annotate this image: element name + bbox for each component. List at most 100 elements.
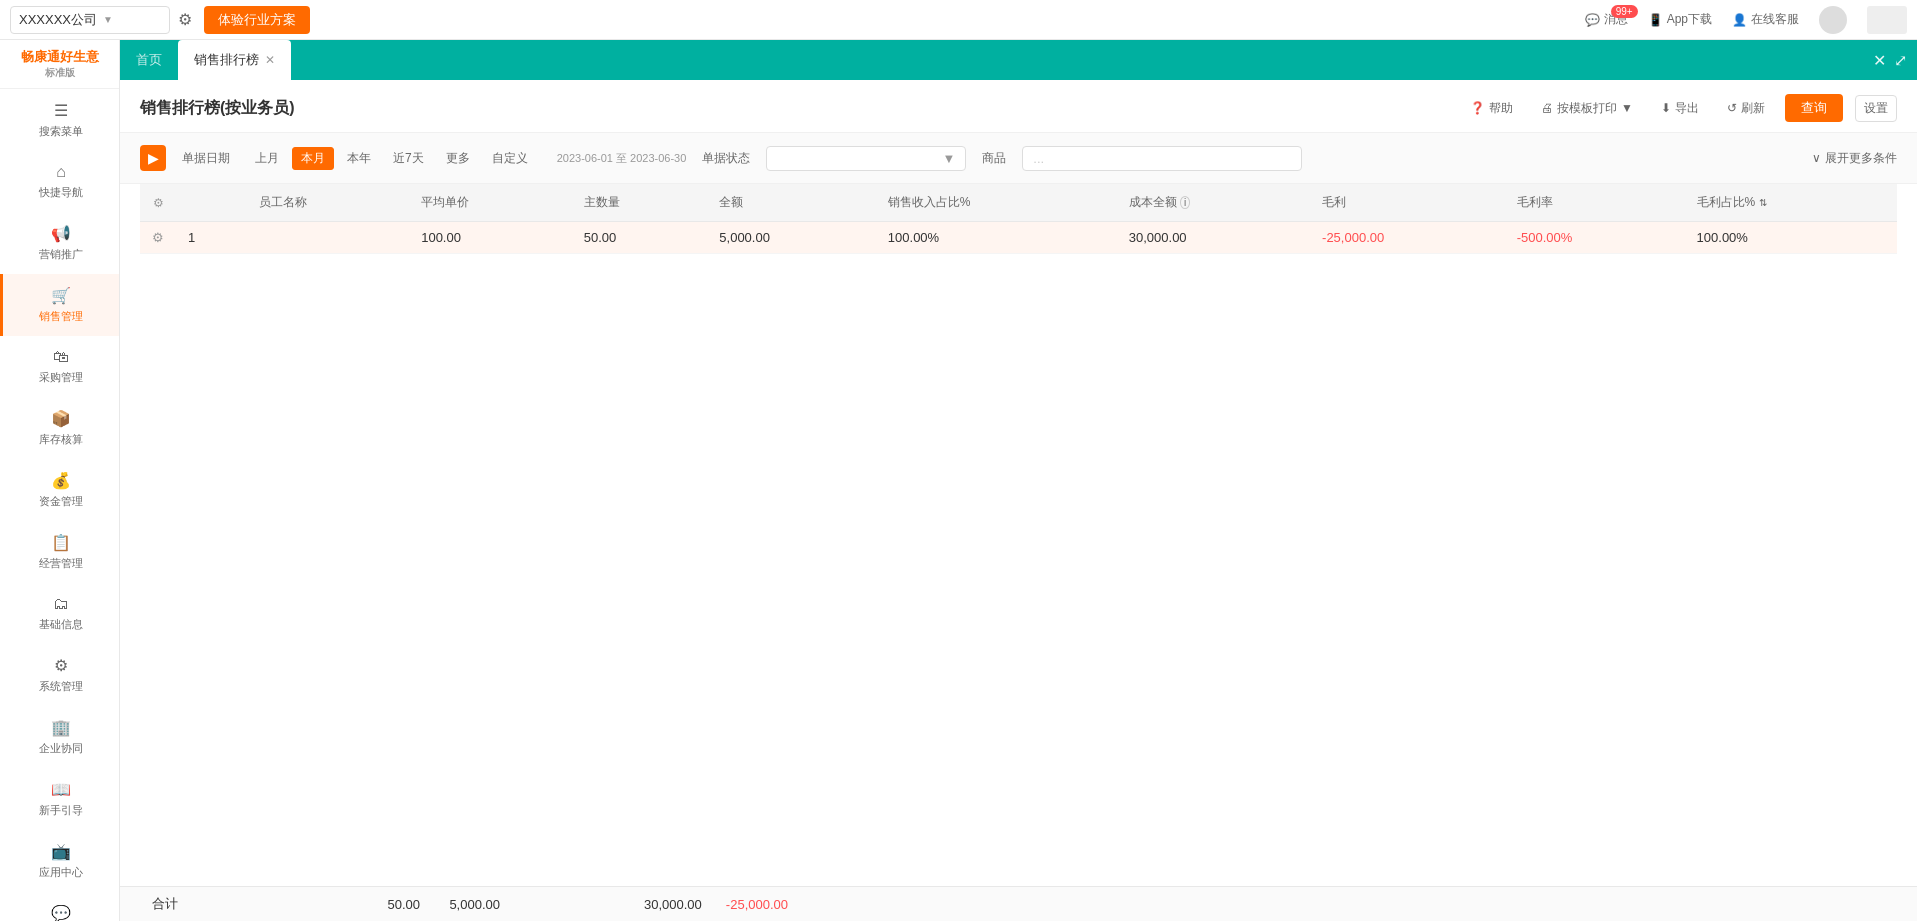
goods-label: 商品 [982,150,1006,167]
period-more[interactable]: 更多 [437,147,479,170]
tab-bar: 首页 销售排行榜 ✕ ✕ ⤢ [120,40,1917,80]
row-settings[interactable]: ⚙ [140,222,176,254]
sidebar-item-marketing[interactable]: 📢 营销推广 [0,212,119,274]
print-chevron-icon: ▼ [1621,101,1633,115]
sidebar-item-label: 基础信息 [39,617,83,632]
sidebar-item-label: 库存核算 [39,432,83,447]
table-header-row: ⚙ 员工名称 平均单价 主数量 全额 销售收入占比% 成本全额 i 毛利 毛利率… [140,184,1897,222]
footer-cost: 30,000.00 [632,897,714,912]
company-selector[interactable]: XXXXXX公司 ▼ [10,6,170,34]
status-label: 单据状态 [702,150,750,167]
goods-input[interactable]: ... [1022,146,1302,171]
sidebar-item-apps[interactable]: 📺 应用中心 [0,830,119,892]
col-settings[interactable]: ⚙ [140,184,176,222]
period-custom[interactable]: 自定义 [483,147,537,170]
sidebar-item-quick-nav[interactable]: ⌂ 快捷导航 [0,151,119,212]
page-title: 销售排行榜(按业务员) [140,98,295,119]
footer-amount: 5,000.00 [432,897,512,912]
sidebar-logo: 畅康通好生意 标准版 [0,40,119,89]
page-actions: ❓ 帮助 🖨 按模板打印 ▼ ⬇ 导出 ↺ 刷新 [1462,94,1897,122]
sidebar-item-search-order[interactable]: ☰ 搜索菜单 [0,89,119,151]
goods-placeholder: ... [1033,151,1291,166]
sidebar-item-purchase[interactable]: 🛍 采购管理 [0,336,119,397]
apps-icon: 📺 [51,842,71,861]
tab-close-window-icon[interactable]: ✕ [1873,51,1886,70]
col-gross-rate: 毛利率 [1505,184,1685,222]
help-icon: ❓ [1470,101,1485,115]
sidebar-item-enterprise[interactable]: 🏢 企业协同 [0,706,119,768]
settings-icon[interactable]: ⚙ [178,10,192,29]
period-last-month[interactable]: 上月 [246,147,288,170]
header-right: 💬 消息 99+ 📱 App下载 👤 在线客服 [1585,6,1907,34]
top-header: XXXXXX公司 ▼ ⚙ 体验行业方案 💬 消息 99+ 📱 App下载 👤 在… [0,0,1917,40]
tab-sales-rank[interactable]: 销售排行榜 ✕ [178,40,291,80]
status-chevron-icon: ▼ [942,151,955,166]
message-badge: 99+ [1611,5,1638,18]
sidebar-item-operations[interactable]: 📋 经营管理 [0,521,119,583]
period-7days[interactable]: 近7天 [384,147,433,170]
sidebar-item-inventory[interactable]: 📦 库存核算 [0,397,119,459]
sidebar-item-finance[interactable]: 💰 资金管理 [0,459,119,521]
help-button[interactable]: ❓ 帮助 [1462,96,1521,121]
online-service-button[interactable]: 👤 在线客服 [1732,11,1799,28]
sidebar-item-label: 经营管理 [39,556,83,571]
chevron-down-icon: ∨ [1812,151,1821,165]
status-select[interactable]: ▼ [766,146,966,171]
col-gross-pct: 毛利占比% ⇅ [1685,184,1897,222]
refresh-button[interactable]: ↺ 刷新 [1719,96,1773,121]
col-sales-pct: 销售收入占比% [876,184,1117,222]
trial-button[interactable]: 体验行业方案 [204,6,310,34]
enterprise-icon: 🏢 [51,718,71,737]
sidebar-item-sales[interactable]: 🛒 销售管理 [0,274,119,336]
print-button[interactable]: 🖨 按模板打印 ▼ [1533,96,1641,121]
expand-more-button[interactable]: ∨ 展开更多条件 [1812,150,1897,167]
sidebar-item-label: 资金管理 [39,494,83,509]
sidebar-item-label: 应用中心 [39,865,83,880]
chevron-down-icon: ▼ [103,14,113,25]
tab-home[interactable]: 首页 [120,40,178,80]
sidebar-item-wechat[interactable]: 💬 企业微信 [0,892,119,921]
sidebar-item-basic[interactable]: 🗂 基础信息 [0,583,119,644]
sidebar-item-system[interactable]: ⚙ 系统管理 [0,644,119,706]
sidebar-item-label: 营销推广 [39,247,83,262]
period-this-month[interactable]: 本月 [292,147,334,170]
filter-row: ▶ 单据日期 上月 本月 本年 近7天 更多 自定义 2023-06-01 至 … [140,145,1897,171]
main-layout: 畅康通好生意 标准版 ☰ 搜索菜单 ⌂ 快捷导航 📢 营销推广 🛒 销售管理 🛍… [0,40,1917,921]
table-footer: 合计 50.00 5,000.00 30,000.00 -25,000.00 [120,886,1917,921]
filter-expand-icon[interactable]: ▶ [140,145,166,171]
messages-button[interactable]: 💬 消息 99+ [1585,11,1628,28]
home-icon: ⌂ [56,163,66,181]
footer-label: 合计 [152,895,232,913]
col-name: 员工名称 [247,184,410,222]
app-icon: 📱 [1648,13,1663,27]
marketing-icon: 📢 [51,224,71,243]
service-icon: 👤 [1732,13,1747,27]
filter-area: ▶ 单据日期 上月 本月 本年 近7天 更多 自定义 2023-06-01 至 … [120,133,1917,184]
system-icon: ⚙ [54,656,68,675]
tab-maximize-icon[interactable]: ⤢ [1894,51,1907,70]
date-period-buttons: 上月 本月 本年 近7天 更多 自定义 [246,147,537,170]
tab-home-label: 首页 [136,51,162,69]
finance-icon: 💰 [51,471,71,490]
export-button[interactable]: ⬇ 导出 [1653,96,1707,121]
tab-sales-rank-label: 销售排行榜 [194,51,259,69]
company-name: XXXXXX公司 [19,11,97,29]
sidebar-item-label: 采购管理 [39,370,83,385]
query-button[interactable]: 查询 [1785,94,1843,122]
tab-close-icon[interactable]: ✕ [265,53,275,67]
settings-button[interactable]: 设置 [1855,95,1897,122]
row-rank: 1 [176,222,247,254]
row-avg-price: 100.00 [409,222,572,254]
row-amount: 5,000.00 [707,222,876,254]
export-icon: ⬇ [1661,101,1671,115]
avatar[interactable] [1819,6,1847,34]
sidebar-item-label: 系统管理 [39,679,83,694]
period-this-year[interactable]: 本年 [338,147,380,170]
row-gross-rate: -500.00% [1505,222,1685,254]
sidebar-item-label: 销售管理 [39,309,83,324]
app-download-button[interactable]: 📱 App下载 [1648,11,1712,28]
col-gross: 毛利 [1310,184,1505,222]
date-label: 单据日期 [182,150,230,167]
row-gross: -25,000.00 [1310,222,1505,254]
sidebar-item-guide[interactable]: 📖 新手引导 [0,768,119,830]
